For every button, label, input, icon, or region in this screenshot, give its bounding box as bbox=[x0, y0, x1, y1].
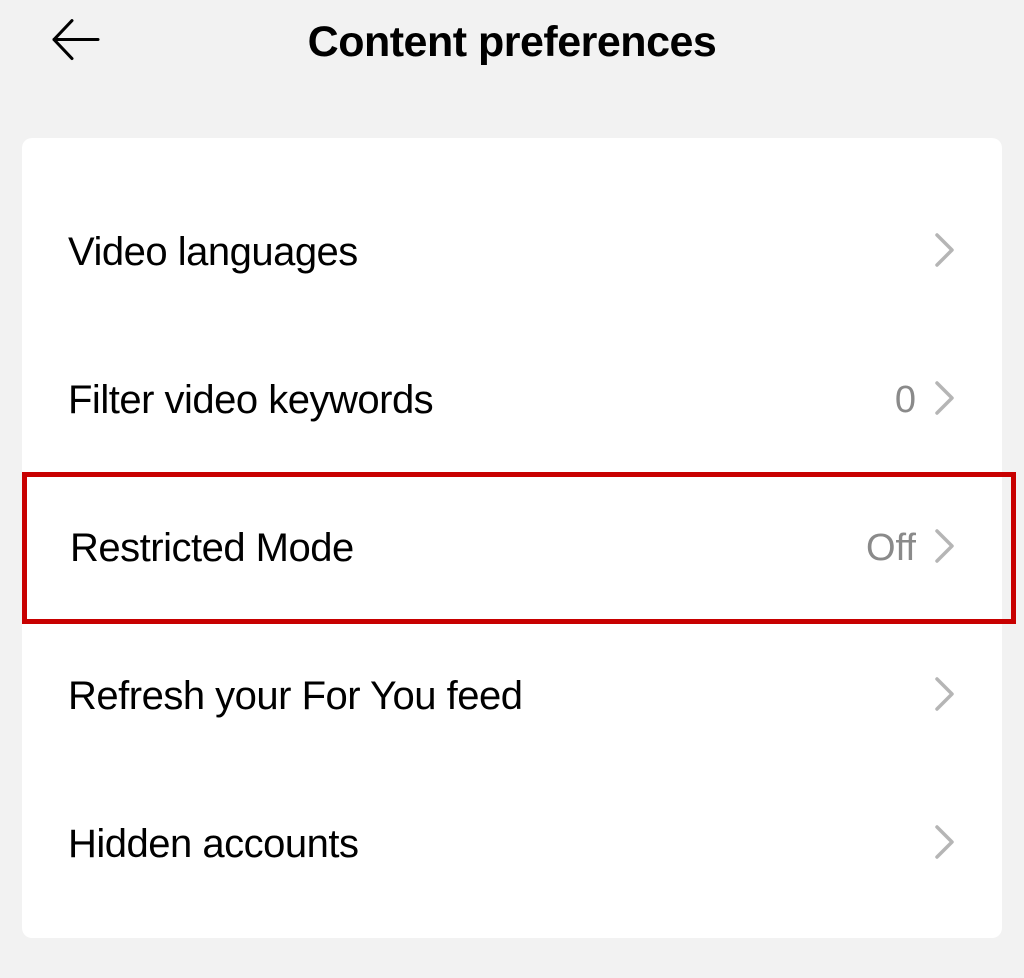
chevron-right-icon bbox=[934, 676, 956, 717]
row-restricted-mode[interactable]: Restricted Mode Off bbox=[24, 474, 1014, 622]
row-label: Refresh your For You feed bbox=[68, 674, 916, 719]
arrow-left-icon bbox=[48, 13, 102, 67]
chevron-right-icon bbox=[934, 232, 956, 273]
row-label: Video languages bbox=[68, 230, 916, 275]
page-title: Content preferences bbox=[48, 18, 976, 67]
row-value: 0 bbox=[895, 379, 916, 422]
chevron-right-icon bbox=[934, 380, 956, 421]
row-refresh-for-you-feed[interactable]: Refresh your For You feed bbox=[22, 622, 1002, 770]
header: Content preferences bbox=[0, 0, 1024, 90]
back-button[interactable] bbox=[48, 13, 102, 72]
row-video-languages[interactable]: Video languages bbox=[22, 178, 1002, 326]
row-label: Filter video keywords bbox=[68, 378, 895, 423]
row-label: Hidden accounts bbox=[68, 822, 916, 867]
row-value: Off bbox=[866, 527, 916, 570]
chevron-right-icon bbox=[934, 824, 956, 865]
row-filter-video-keywords[interactable]: Filter video keywords 0 bbox=[22, 326, 1002, 474]
settings-card: Video languages Filter video keywords 0 … bbox=[22, 138, 1002, 938]
chevron-right-icon bbox=[934, 528, 956, 569]
row-label: Restricted Mode bbox=[70, 526, 866, 571]
row-hidden-accounts[interactable]: Hidden accounts bbox=[22, 770, 1002, 918]
